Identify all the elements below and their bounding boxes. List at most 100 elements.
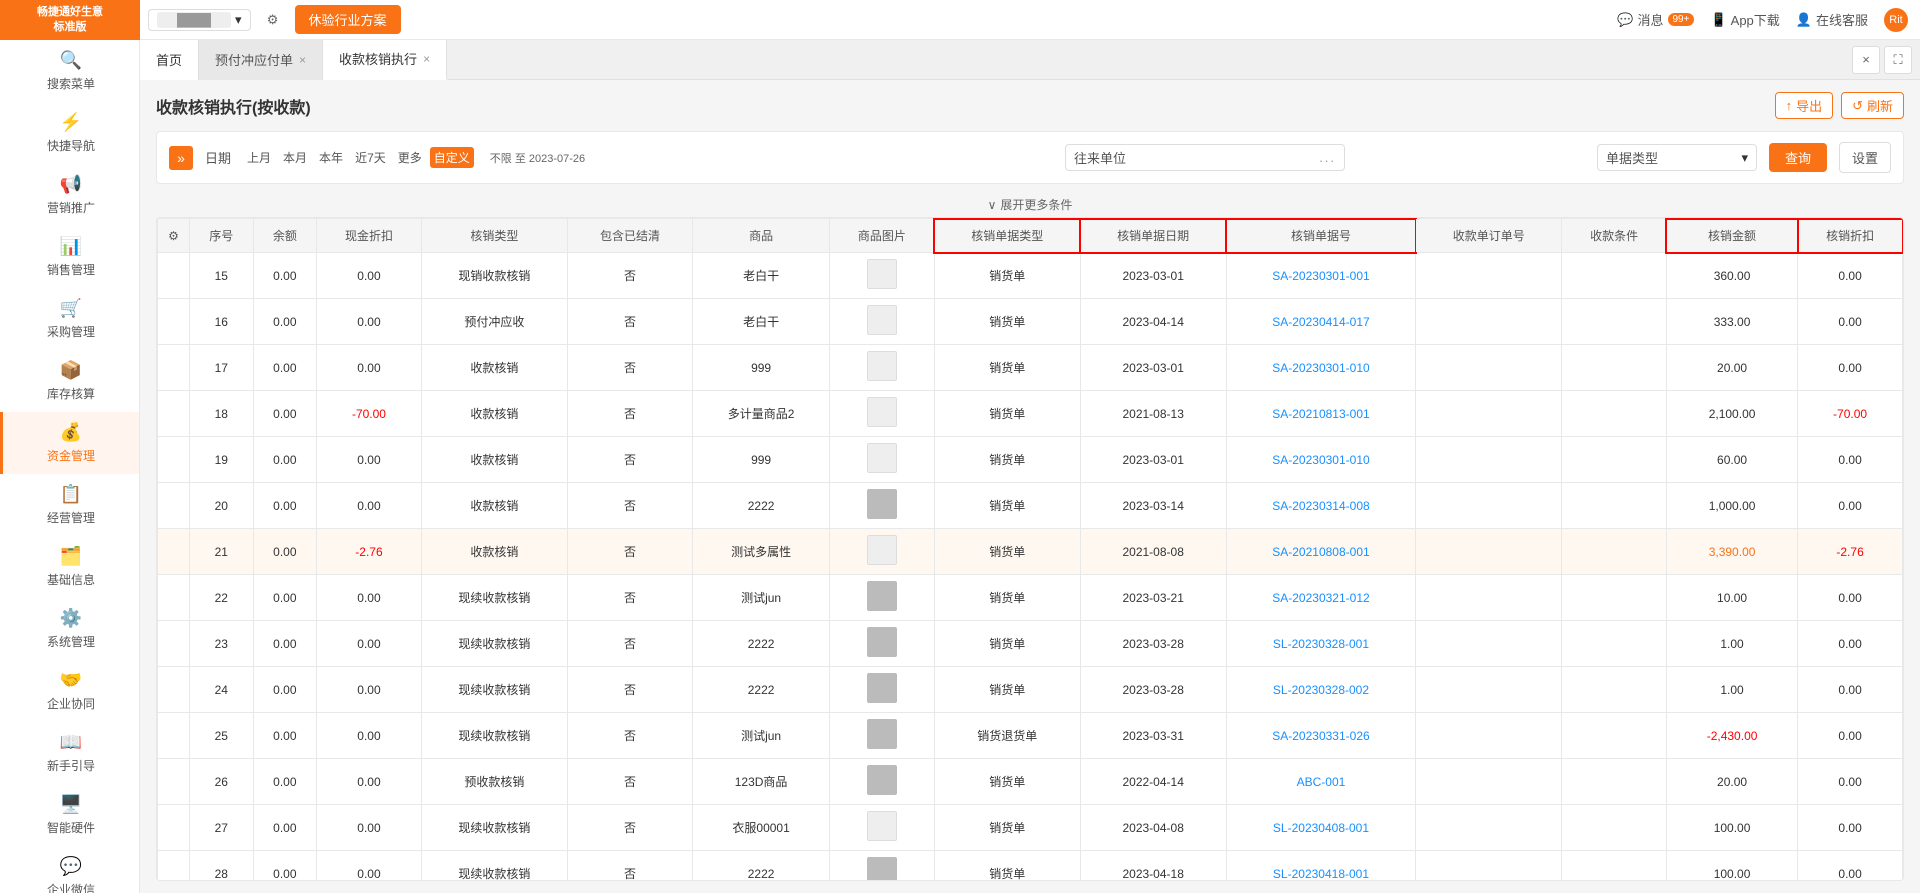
sidebar-item-sales[interactable]: 📊 销售管理 <box>0 226 139 288</box>
table-cell[interactable]: SA-20230321-012 <box>1226 575 1416 621</box>
query-button[interactable]: 查询 <box>1769 143 1827 172</box>
table-cell: 60.00 <box>1666 437 1797 483</box>
filter-date-more[interactable]: 更多 <box>394 147 426 168</box>
col-discount: 核销折扣 <box>1798 219 1903 253</box>
bill-no-link[interactable]: SA-20230301-010 <box>1272 453 1369 467</box>
table-cell[interactable]: SL-20230408-001 <box>1226 805 1416 851</box>
filter-dots-icon[interactable]: ... <box>1319 150 1336 165</box>
sidebar-item-hardware[interactable]: 🖥️ 智能硬件 <box>0 784 139 846</box>
settings-button[interactable]: 设置 <box>1839 142 1891 173</box>
tab-close-prepay[interactable]: × <box>299 53 306 67</box>
expand-more-row[interactable]: ∨ 展开更多条件 <box>156 192 1904 217</box>
table-cell[interactable]: SL-20230418-001 <box>1226 851 1416 882</box>
table-cell: 2023-03-28 <box>1080 667 1226 713</box>
table-cell: 10.00 <box>1666 575 1797 621</box>
brand-logo: 畅捷通好生意 标准版 <box>0 0 140 40</box>
filter-counterparty[interactable]: 往来单位 ... <box>1065 144 1345 171</box>
bill-no-link[interactable]: ABC-001 <box>1297 775 1346 789</box>
tab-receipt-verification[interactable]: 收款核销执行 × <box>323 40 447 80</box>
col-gear[interactable]: ⚙ <box>158 219 190 253</box>
bill-no-link[interactable]: SA-20230301-010 <box>1272 361 1369 375</box>
chevron-down-icon: ▾ <box>1741 150 1748 166</box>
product-image <box>867 535 897 565</box>
sidebar-item-basic-info[interactable]: 🗂️ 基础信息 <box>0 536 139 598</box>
table-cell: 销货单 <box>934 805 1080 851</box>
table-cell[interactable]: SA-20210808-001 <box>1226 529 1416 575</box>
table-cell[interactable]: SA-20230301-010 <box>1226 437 1416 483</box>
filter-date-custom[interactable]: 自定义 <box>430 147 474 168</box>
solution-button[interactable]: 休验行业方案 <box>295 5 401 34</box>
export-button[interactable]: ↑ 导出 <box>1775 92 1834 119</box>
col-amount: 核销金额 <box>1666 219 1797 253</box>
filter-date-last-month[interactable]: 上月 <box>243 147 275 168</box>
table-cell: 0.00 <box>1798 851 1903 882</box>
page-title-row: 收款核销执行(按收款) ↑ 导出 ↺ 刷新 <box>156 92 1904 119</box>
table-cell[interactable]: SL-20230328-001 <box>1226 621 1416 667</box>
bill-no-link[interactable]: SA-20230301-001 <box>1272 269 1369 283</box>
table-cell[interactable]: SA-20230314-008 <box>1226 483 1416 529</box>
table-cell: 否 <box>567 713 692 759</box>
company-selector[interactable]: ████ ▾ <box>148 9 251 31</box>
table-cell[interactable]: SA-20230331-026 <box>1226 713 1416 759</box>
table-cell: 测试多属性 <box>693 529 830 575</box>
filter-date-7days[interactable]: 近7天 <box>351 147 390 168</box>
sidebar-item-enterprise[interactable]: 🤝 企业协同 <box>0 660 139 722</box>
sidebar-item-marketing[interactable]: 📢 营销推广 <box>0 164 139 226</box>
online-service-button[interactable]: 👤 在线客服 <box>1796 10 1868 29</box>
user-avatar[interactable]: Rit <box>1884 8 1908 32</box>
table-cell[interactable]: ABC-001 <box>1226 759 1416 805</box>
sidebar-item-search[interactable]: 🔍 搜索菜单 <box>0 40 139 102</box>
bill-no-link[interactable]: SL-20230418-001 <box>1273 867 1369 881</box>
table-cell <box>158 621 190 667</box>
table-cell: 否 <box>567 437 692 483</box>
table-cell: 1.00 <box>1666 621 1797 667</box>
sidebar-item-inventory[interactable]: 📦 库存核算 <box>0 350 139 412</box>
tab-close-btn[interactable]: × <box>1852 46 1880 74</box>
tab-prepay[interactable]: 预付冲应付单 × <box>199 40 323 80</box>
filter-bill-type[interactable]: 单据类型 ▾ <box>1597 144 1757 171</box>
bill-no-link[interactable]: SL-20230408-001 <box>1273 821 1369 835</box>
table-cell[interactable]: SL-20230328-002 <box>1226 667 1416 713</box>
tab-home[interactable]: 首页 <box>140 40 199 80</box>
table-cell: 360.00 <box>1666 253 1797 299</box>
filter-date-label: 日期 <box>205 148 231 167</box>
product-image <box>867 489 897 519</box>
tab-expand-btn[interactable]: ⛶ <box>1884 46 1912 74</box>
settings-icon[interactable]: ⚙ <box>259 6 287 34</box>
sidebar-item-system[interactable]: ⚙️ 系统管理 <box>0 598 139 660</box>
filter-date-this-year[interactable]: 本年 <box>315 147 347 168</box>
sidebar-item-shortcuts[interactable]: ⚡ 快捷导航 <box>0 102 139 164</box>
app-download-button[interactable]: 📱 App下载 <box>1710 10 1779 29</box>
sidebar-item-operations[interactable]: 📋 经营管理 <box>0 474 139 536</box>
refresh-button[interactable]: ↺ 刷新 <box>1841 92 1904 119</box>
table-cell <box>1416 759 1562 805</box>
table-cell <box>829 667 934 713</box>
col-bill-type: 核销单据类型 <box>934 219 1080 253</box>
filter-date-this-month[interactable]: 本月 <box>279 147 311 168</box>
table-cell[interactable]: SA-20230301-001 <box>1226 253 1416 299</box>
sidebar-item-finance[interactable]: 💰 资金管理 <box>0 412 139 474</box>
sidebar-item-wechat[interactable]: 💬 企业微信 <box>0 846 139 893</box>
filter-counterparty-input[interactable] <box>1134 150 1319 165</box>
bill-no-link[interactable]: SA-20230414-017 <box>1272 315 1369 329</box>
table-cell[interactable]: SA-20230301-010 <box>1226 345 1416 391</box>
bill-no-link[interactable]: SA-20230314-008 <box>1272 499 1369 513</box>
bill-no-link[interactable]: SA-20230331-026 <box>1272 729 1369 743</box>
table-cell <box>1562 621 1667 667</box>
bill-no-link[interactable]: SA-20230321-012 <box>1272 591 1369 605</box>
bill-no-link[interactable]: SL-20230328-001 <box>1273 637 1369 651</box>
filter-expand-button[interactable]: » <box>169 146 193 170</box>
sidebar-item-guide[interactable]: 📖 新手引导 <box>0 722 139 784</box>
basic-info-icon: 🗂️ <box>60 546 82 567</box>
sidebar-item-purchase[interactable]: 🛒 采购管理 <box>0 288 139 350</box>
bill-no-link[interactable]: SA-20210808-001 <box>1272 545 1369 559</box>
top-bar-right: 💬 消息 99+ 📱 App下载 👤 在线客服 Rit <box>1617 8 1908 32</box>
bill-no-link[interactable]: SA-20210813-001 <box>1272 407 1369 421</box>
tab-close-receipt[interactable]: × <box>423 52 430 66</box>
table-cell: 否 <box>567 299 692 345</box>
message-button[interactable]: 💬 消息 99+ <box>1617 10 1694 29</box>
table-cell[interactable]: SA-20230414-017 <box>1226 299 1416 345</box>
bill-no-link[interactable]: SL-20230328-002 <box>1273 683 1369 697</box>
table-cell <box>829 391 934 437</box>
table-cell[interactable]: SA-20210813-001 <box>1226 391 1416 437</box>
